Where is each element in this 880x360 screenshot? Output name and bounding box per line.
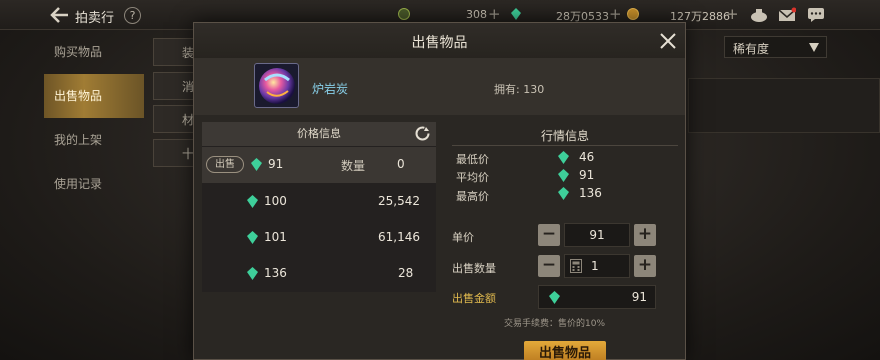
unit-price-label: 单价 bbox=[452, 231, 474, 244]
quantity-label: 数量 bbox=[341, 159, 366, 173]
rarity-dropdown[interactable]: 稀有度 bbox=[724, 36, 827, 58]
max-price-label: 最高价 bbox=[456, 190, 489, 203]
sell-item-button[interactable]: 出售物品 bbox=[524, 341, 606, 360]
row-quantity: 28 bbox=[398, 266, 414, 280]
green-gem-icon bbox=[247, 267, 258, 280]
chat-icon[interactable] bbox=[807, 7, 825, 23]
min-price-value: 46 bbox=[579, 150, 595, 164]
row-price: 136 bbox=[264, 266, 287, 280]
back-arrow-icon[interactable] bbox=[50, 6, 70, 24]
quantity-input[interactable]: 1 bbox=[564, 254, 630, 278]
sidebar-item-buy[interactable]: 购买物品 bbox=[44, 30, 144, 74]
green-gem-icon bbox=[558, 187, 569, 200]
min-price-label: 最低价 bbox=[456, 153, 489, 166]
price-row-selected[interactable]: 出售 91 数量 0 bbox=[202, 147, 436, 183]
rarity-label: 稀有度 bbox=[733, 42, 770, 56]
max-price-value: 136 bbox=[579, 186, 602, 200]
sell-amount-label: 出售金额 bbox=[452, 292, 496, 305]
market-info-header: 行情信息 bbox=[540, 129, 589, 143]
currency-1-value: 308 bbox=[466, 8, 487, 21]
background-panel bbox=[688, 78, 880, 133]
bg-tab-3[interactable]: 材 bbox=[153, 105, 198, 133]
sell-amount-display: 91 bbox=[538, 285, 656, 309]
item-name: 炉岩炭 bbox=[312, 82, 349, 96]
quantity-increase-button[interactable]: + bbox=[634, 255, 656, 277]
avg-price-value: 91 bbox=[579, 168, 595, 182]
page-title: 拍卖行 bbox=[75, 11, 115, 26]
sidebar-item-my-listings[interactable]: 我的上架 bbox=[44, 118, 144, 162]
green-gem-icon bbox=[251, 158, 262, 171]
row-quantity: 25,542 bbox=[378, 194, 420, 208]
add-currency-3-button[interactable]: + bbox=[726, 5, 739, 23]
owned-count: 拥有: 130 bbox=[494, 83, 545, 96]
avg-price-label: 平均价 bbox=[456, 171, 489, 184]
green-gem-icon bbox=[549, 291, 560, 304]
sell-quantity-label: 出售数量 bbox=[452, 262, 496, 275]
row-quantity: 61,146 bbox=[378, 230, 420, 244]
calculator-icon[interactable] bbox=[570, 259, 582, 273]
sell-tag: 出售 bbox=[206, 156, 244, 173]
green-gem-icon bbox=[558, 169, 569, 182]
price-info-header: 价格信息 bbox=[202, 122, 436, 146]
refresh-icon[interactable] bbox=[414, 125, 431, 142]
row-price: 101 bbox=[264, 230, 287, 244]
fee-note: 交易手续费：售价的10% bbox=[504, 319, 606, 329]
unit-price-input[interactable]: 91 bbox=[564, 223, 630, 247]
price-row[interactable]: 100 25,542 bbox=[202, 183, 436, 219]
unit-price-increase-button[interactable]: + bbox=[634, 224, 656, 246]
selected-price: 91 bbox=[268, 157, 284, 171]
close-icon[interactable] bbox=[659, 32, 677, 50]
help-icon[interactable]: ? bbox=[124, 7, 141, 24]
add-currency-1-button[interactable]: + bbox=[488, 5, 501, 23]
sidebar: 购买物品 出售物品 我的上架 使用记录 bbox=[44, 30, 144, 206]
market-divider bbox=[452, 145, 678, 146]
quantity-value: 1 bbox=[591, 259, 599, 273]
green-gem-icon bbox=[558, 151, 569, 164]
price-row[interactable]: 101 61,146 bbox=[202, 219, 436, 255]
add-currency-2-button[interactable]: + bbox=[609, 5, 622, 23]
green-gem-icon bbox=[247, 195, 258, 208]
dialog-title: 出售物品 bbox=[411, 35, 468, 51]
coin-icon bbox=[627, 8, 639, 20]
sidebar-item-history[interactable]: 使用记录 bbox=[44, 162, 144, 206]
gold-coin-icon bbox=[398, 8, 410, 20]
price-info-panel: 价格信息 出售 91 数量 0 100 25,542 101 61,146 13… bbox=[202, 122, 436, 292]
quantity-decrease-button[interactable]: − bbox=[538, 255, 560, 277]
chevron-down-icon bbox=[809, 43, 819, 52]
row-price: 100 bbox=[264, 194, 287, 208]
mail-icon[interactable] bbox=[778, 7, 796, 23]
sidebar-item-sell[interactable]: 出售物品 bbox=[44, 74, 144, 118]
selected-quantity: 0 bbox=[397, 157, 405, 171]
lava-charcoal-item-icon[interactable] bbox=[254, 63, 299, 108]
sell-dialog: 出售物品 炉岩炭 拥有: 130 价格信息 出售 91 数量 0 100 25,… bbox=[193, 22, 686, 360]
green-gem-icon bbox=[511, 8, 521, 20]
pot-icon[interactable] bbox=[750, 7, 768, 23]
unit-price-value: 91 bbox=[589, 228, 605, 242]
sell-amount-value: 91 bbox=[631, 290, 647, 304]
bg-tab-1[interactable]: 装 bbox=[153, 38, 198, 66]
green-gem-icon bbox=[247, 231, 258, 244]
bg-tab-4[interactable]: 十 bbox=[153, 139, 198, 167]
bg-tab-2[interactable]: 消 bbox=[153, 72, 198, 100]
price-row[interactable]: 136 28 bbox=[202, 255, 436, 291]
unit-price-decrease-button[interactable]: − bbox=[538, 224, 560, 246]
